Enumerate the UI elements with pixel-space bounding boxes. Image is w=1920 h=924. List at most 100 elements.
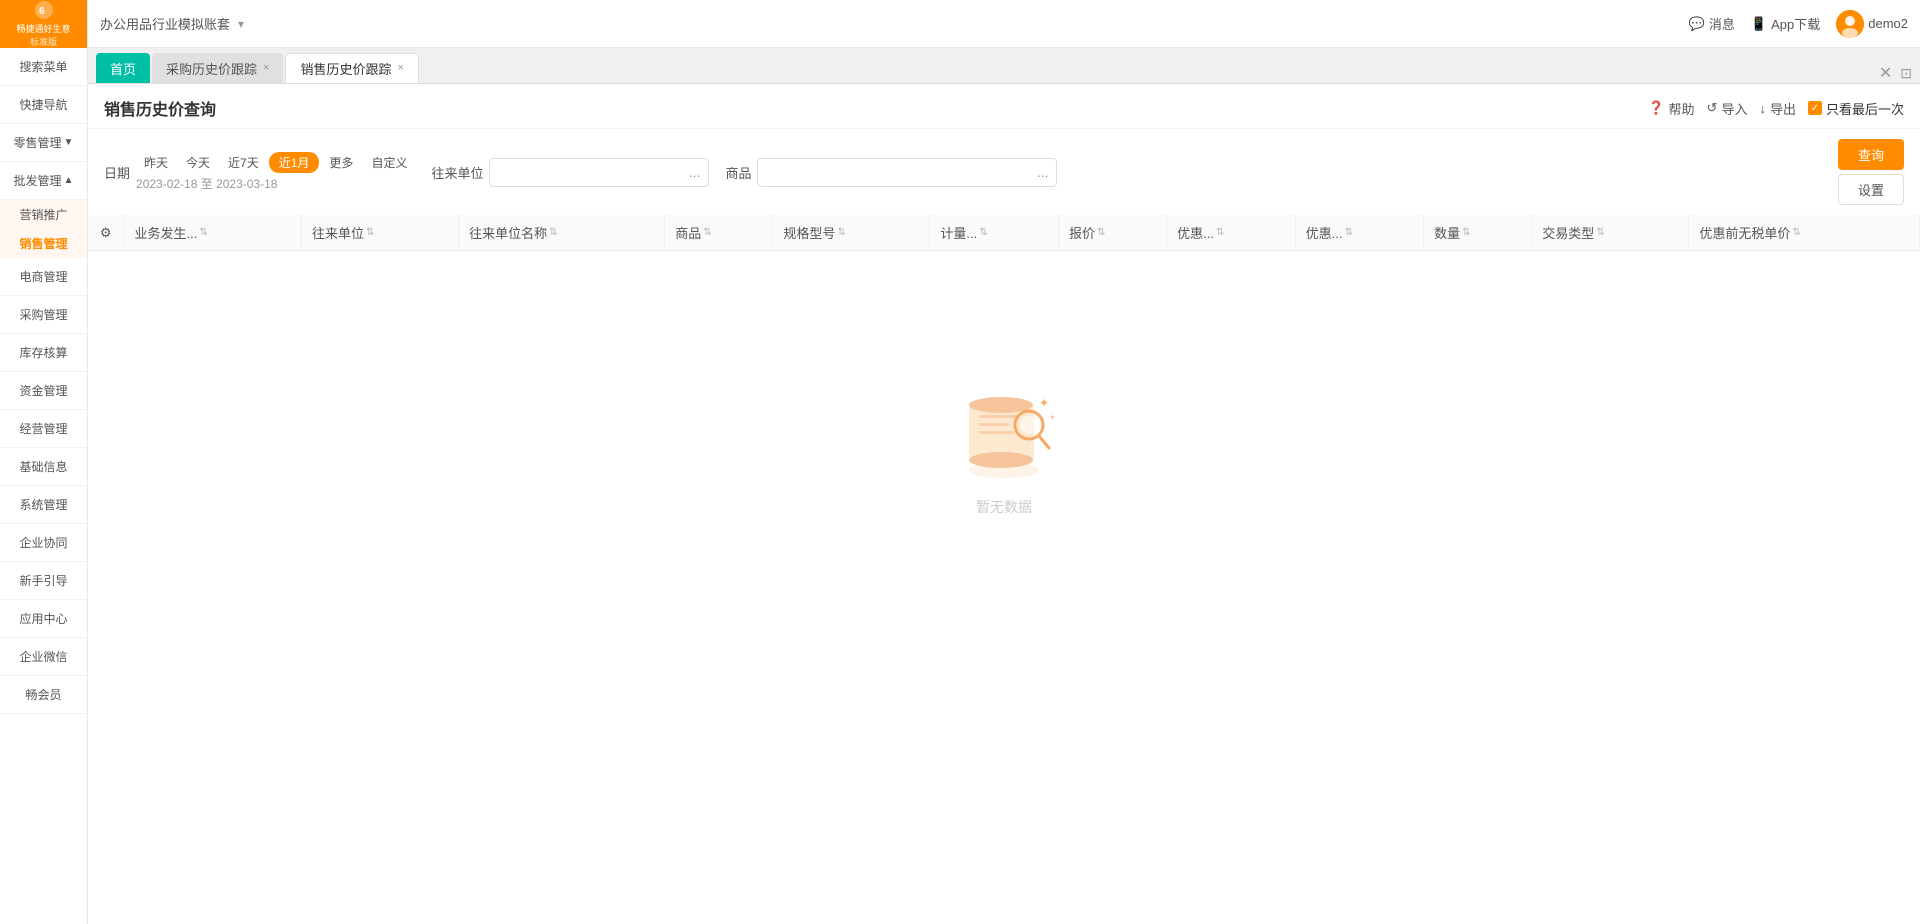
checkbox-icon: ✓: [1808, 101, 1822, 115]
product-filter-label: 商品: [725, 163, 751, 182]
date-filter-group: 日期 昨天 今天 近7天 近1月 更多 自定义 2023-02-18 至 202…: [104, 152, 415, 192]
sidebar-item-member[interactable]: 畅会员: [0, 676, 87, 714]
content-area: 销售历史价查询 ❓ 帮助 ↺ 导入 ↓ 导出 ✓ 只看最后一次: [88, 84, 1920, 924]
sidebar-item-ecommerce[interactable]: 电商管理: [0, 258, 87, 296]
import-icon: ↺: [1707, 100, 1718, 116]
import-button[interactable]: ↺ 导入: [1707, 99, 1748, 118]
empty-state: ✦ ✦ 暂无数据: [88, 251, 1920, 651]
tab-purchase-close-icon[interactable]: ×: [263, 62, 269, 74]
maximize-window-icon[interactable]: ⊡: [1900, 65, 1912, 82]
logo-tagline: 标准版: [30, 35, 57, 48]
close-window-icon[interactable]: ✕: [1879, 63, 1892, 83]
tab-sales-close-icon[interactable]: ×: [397, 62, 403, 74]
tab-sales-history[interactable]: 销售历史价跟踪 ×: [285, 53, 418, 83]
help-icon: ❓: [1648, 100, 1664, 116]
sidebar-item-guide[interactable]: 新手引导: [0, 562, 87, 600]
avatar: [1836, 10, 1864, 38]
filter-bar: 日期 昨天 今天 近7天 近1月 更多 自定义 2023-02-18 至 202…: [88, 129, 1920, 215]
date-filter-label: 日期: [104, 163, 130, 182]
settings-icon: ⚙: [100, 225, 112, 240]
tab-sales-label: 销售历史价跟踪: [300, 59, 391, 78]
page-actions: ❓ 帮助 ↺ 导入 ↓ 导出 ✓ 只看最后一次: [1648, 99, 1904, 118]
sidebar-item-retail[interactable]: 零售管理 ▼: [0, 124, 87, 162]
th-quote[interactable]: 报价 ⇅: [1058, 215, 1166, 251]
page-title: 销售历史价查询: [104, 96, 216, 120]
help-button[interactable]: ❓ 帮助: [1648, 99, 1694, 118]
th-unit[interactable]: 计量... ⇅: [930, 215, 1059, 251]
product-input-dots: ...: [1037, 164, 1049, 180]
sidebar-item-quick-nav[interactable]: 快捷导航: [0, 86, 87, 124]
tab-purchase-history[interactable]: 采购历史价跟踪 ×: [152, 53, 283, 83]
svg-text:✦: ✦: [1049, 413, 1056, 422]
th-biz-date[interactable]: 业务发生... ⇅: [124, 215, 302, 251]
svg-text:6: 6: [39, 6, 45, 17]
sidebar-item-operation[interactable]: 经营管理: [0, 410, 87, 448]
th-product[interactable]: 商品 ⇅: [665, 215, 773, 251]
message-button[interactable]: 💬 消息: [1689, 14, 1735, 33]
sidebar-item-wholesale[interactable]: 批发管理 ▲: [0, 162, 87, 200]
sidebar-sub-sales[interactable]: 销售管理: [0, 229, 87, 258]
sidebar-item-finance[interactable]: 资金管理: [0, 372, 87, 410]
filter-settings-button[interactable]: 设置: [1838, 174, 1904, 205]
partner-filter-label: 往来单位: [431, 163, 483, 182]
date-btn-1month[interactable]: 近1月: [269, 152, 320, 173]
sort-icon-quantity: ⇅: [1462, 227, 1470, 238]
sidebar-item-purchase[interactable]: 采购管理: [0, 296, 87, 334]
partner-input-dots: ...: [689, 164, 701, 180]
th-quantity[interactable]: 数量 ⇅: [1424, 215, 1532, 251]
sidebar-item-system[interactable]: 系统管理: [0, 486, 87, 524]
topbar-dropdown-icon[interactable]: ▾: [238, 17, 244, 31]
product-input[interactable]: ...: [757, 158, 1057, 187]
sidebar-item-search[interactable]: 搜索菜单: [0, 48, 87, 86]
sidebar-item-app-center[interactable]: 应用中心: [0, 600, 87, 638]
tab-home[interactable]: 首页: [96, 53, 150, 83]
query-button[interactable]: 查询: [1838, 139, 1904, 170]
date-btn-yesterday[interactable]: 昨天: [136, 152, 176, 173]
empty-icon: ✦ ✦: [944, 385, 1064, 485]
th-partner-name[interactable]: 往来单位名称 ⇅: [459, 215, 665, 251]
th-spec[interactable]: 规格型号 ⇅: [773, 215, 930, 251]
home-tab-label: 首页: [110, 59, 136, 78]
logo-icon: 6: [26, 0, 62, 20]
sidebar-item-enterprise-wechat[interactable]: 企业微信: [0, 638, 87, 676]
th-trade-type[interactable]: 交易类型 ⇅: [1532, 215, 1689, 251]
partner-input[interactable]: ...: [489, 158, 709, 187]
logo-text: 畅捷通好生意: [16, 22, 70, 35]
sort-icon-partner-name: ⇅: [549, 227, 557, 238]
sidebar-item-cooperation[interactable]: 企业协同: [0, 524, 87, 562]
sort-icon-pre-tax-price: ⇅: [1792, 227, 1800, 238]
logo[interactable]: 6 畅捷通好生意 标准版: [0, 0, 87, 48]
app-download-button[interactable]: 📱 App下载: [1751, 14, 1820, 33]
partner-filter-group: 往来单位 ...: [431, 158, 709, 187]
th-pre-tax-price[interactable]: 优惠前无税单价 ⇅: [1689, 215, 1920, 251]
th-settings[interactable]: ⚙: [88, 215, 124, 251]
export-button[interactable]: ↓ 导出: [1759, 99, 1796, 118]
user-menu[interactable]: demo2: [1836, 10, 1908, 38]
th-discount1[interactable]: 优惠... ⇅: [1167, 215, 1296, 251]
sidebar-sub-marketing[interactable]: 营销推广: [0, 200, 87, 229]
sidebar-item-basic-info[interactable]: 基础信息: [0, 448, 87, 486]
th-discount2[interactable]: 优惠... ⇅: [1295, 215, 1424, 251]
message-icon: 💬: [1689, 16, 1705, 32]
sidebar-item-inventory[interactable]: 库存核算: [0, 334, 87, 372]
tabs-bar: 首页 采购历史价跟踪 × 销售历史价跟踪 × ✕ ⊡: [88, 48, 1920, 84]
topbar-right: 💬 消息 📱 App下载 demo2: [1689, 10, 1908, 38]
topbar-title: 办公用品行业模拟账套: [100, 14, 230, 33]
topbar: 办公用品行业模拟账套 ▾ 💬 消息 📱 App下载 demo2: [88, 0, 1920, 48]
empty-state-text: 暂无数据: [976, 497, 1032, 517]
only-last-checkbox[interactable]: ✓ 只看最后一次: [1808, 99, 1904, 118]
sort-icon-unit: ⇅: [979, 227, 987, 238]
tab-purchase-label: 采购历史价跟踪: [166, 59, 257, 78]
date-btn-today[interactable]: 今天: [178, 152, 218, 173]
page-header: 销售历史价查询 ❓ 帮助 ↺ 导入 ↓ 导出 ✓ 只看最后一次: [88, 84, 1920, 129]
date-btn-more[interactable]: 更多: [321, 152, 361, 173]
sort-icon-spec: ⇅: [837, 227, 845, 238]
sort-icon-discount1: ⇅: [1216, 227, 1224, 238]
sort-icon-biz-date: ⇅: [199, 227, 207, 238]
date-btn-custom[interactable]: 自定义: [363, 152, 415, 173]
topbar-left: 办公用品行业模拟账套 ▾: [100, 14, 244, 33]
th-partner-code[interactable]: 往来单位 ⇅: [302, 215, 459, 251]
sort-icon-trade-type: ⇅: [1596, 227, 1604, 238]
svg-text:✦: ✦: [1039, 396, 1049, 410]
date-btn-7days[interactable]: 近7天: [220, 152, 267, 173]
